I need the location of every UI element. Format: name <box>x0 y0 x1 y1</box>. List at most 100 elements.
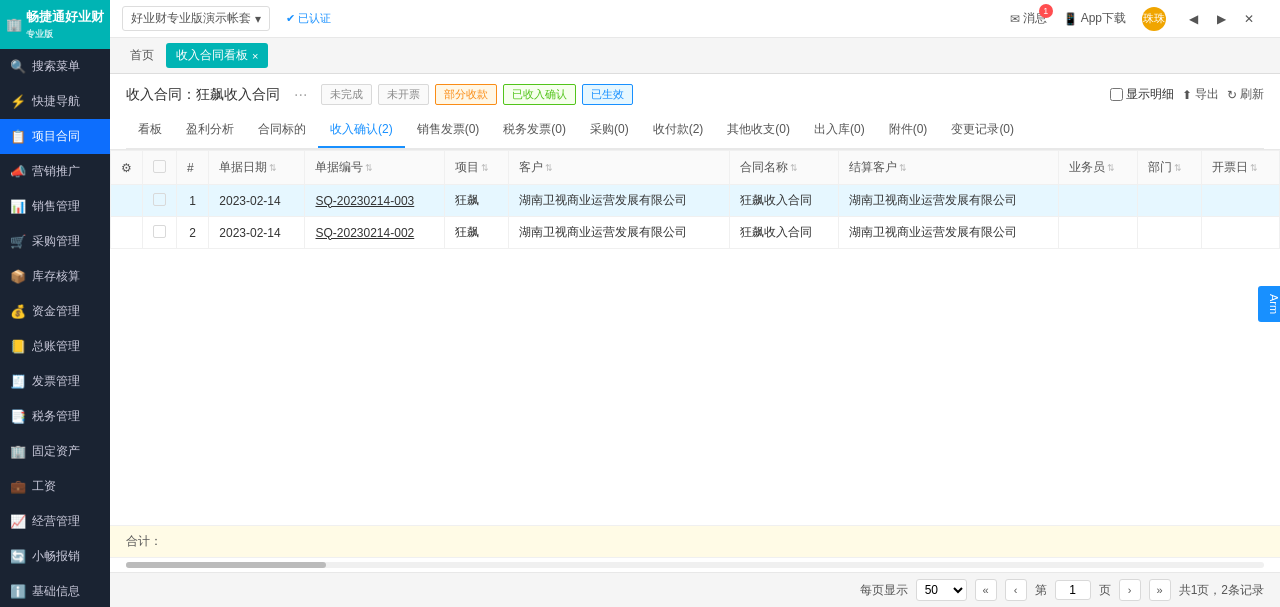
th-checkbox[interactable] <box>143 151 177 185</box>
sidebar-item-小畅报销[interactable]: 🔄小畅报销 <box>0 539 110 574</box>
next-page-button[interactable]: › <box>1119 579 1141 601</box>
close-window-button[interactable]: ✕ <box>1238 8 1260 30</box>
sidebar-label-10: 税务管理 <box>32 408 80 425</box>
scrollbar-thumb[interactable] <box>126 562 326 568</box>
sidebar-item-发票管理[interactable]: 🧾发票管理 <box>0 364 110 399</box>
sidebar-item-基础信息[interactable]: ℹ️基础信息 <box>0 574 110 607</box>
display-detail-checkbox[interactable] <box>1110 88 1123 101</box>
per-page-select[interactable]: 50 20 100 <box>916 579 967 601</box>
more-button[interactable]: ··· <box>290 86 311 104</box>
company-dropdown-icon: ▾ <box>255 12 261 26</box>
tab-销售发票[interactable]: 销售发票(0) <box>405 113 492 148</box>
sidebar-icon-10: 📑 <box>10 409 26 425</box>
nav-prev-button[interactable]: ◀ <box>1182 8 1204 30</box>
th-opendate[interactable]: 开票日⇅ <box>1201 151 1279 185</box>
tab-变更记录[interactable]: 变更记录(0) <box>939 113 1026 148</box>
sort-docno-icon: ⇅ <box>365 163 373 173</box>
tab-收入确认[interactable]: 收入确认(2) <box>318 113 405 148</box>
tab-看板[interactable]: 看板 <box>126 113 174 148</box>
nav-next-button[interactable]: ▶ <box>1210 8 1232 30</box>
sidebar-item-库存核算[interactable]: 📦库存核算 <box>0 259 110 294</box>
active-tab[interactable]: 收入合同看板 × <box>166 43 268 68</box>
th-contract[interactable]: 合同名称⇅ <box>730 151 839 185</box>
th-sales[interactable]: 业务员⇅ <box>1059 151 1137 185</box>
sidebar-item-营销推广[interactable]: 📣营销推广 <box>0 154 110 189</box>
row-checkbox-1[interactable] <box>143 217 177 249</box>
row-settings-0[interactable] <box>111 185 143 217</box>
row-contract-1: 狂飙收入合同 <box>730 217 839 249</box>
table-row[interactable]: 1 2023-02-14 SQ-20230214-003 狂飙 湖南卫视商业运营… <box>111 185 1280 217</box>
home-tab[interactable]: 首页 <box>122 43 162 68</box>
sidebar-item-固定资产[interactable]: 🏢固定资产 <box>0 434 110 469</box>
sidebar-item-税务管理[interactable]: 📑 税务管理 <box>0 399 110 434</box>
status-active[interactable]: 已生效 <box>582 84 633 105</box>
sidebar-item-项目合同[interactable]: 📋项目合同 <box>0 119 110 154</box>
th-settings[interactable]: ⚙ <box>111 151 143 185</box>
verified-badge: ✔ 已认证 <box>286 11 331 26</box>
tab-收付款[interactable]: 收付款(2) <box>641 113 716 148</box>
sidebar-label-6: 库存核算 <box>32 268 80 285</box>
total-label: 合计： <box>126 533 162 550</box>
sidebar-item-快捷导航[interactable]: ⚡快捷导航 <box>0 84 110 119</box>
sidebar-item-工资[interactable]: 💼工资 <box>0 469 110 504</box>
message-badge: 1 <box>1039 4 1053 18</box>
status-partial[interactable]: 部分收款 <box>435 84 497 105</box>
table-row[interactable]: 2 2023-02-14 SQ-20230214-002 狂飙 湖南卫视商业运营… <box>111 217 1280 249</box>
first-page-button[interactable]: « <box>975 579 997 601</box>
per-page-label: 每页显示 <box>860 582 908 599</box>
download-icon: 📱 <box>1063 12 1078 26</box>
user-avatar[interactable]: 珠珠 <box>1142 7 1166 31</box>
sidebar-icon-5: 🛒 <box>10 234 26 250</box>
sidebar-item-搜索菜单[interactable]: 🔍搜索菜单 <box>0 49 110 84</box>
message-button[interactable]: ✉ 消息 1 <box>1010 10 1047 27</box>
tab-出入库[interactable]: 出入库(0) <box>802 113 877 148</box>
horizontal-scrollbar[interactable] <box>110 557 1280 572</box>
row-settle-1: 湖南卫视商业运营发展有限公司 <box>838 217 1059 249</box>
th-settle[interactable]: 结算客户⇅ <box>838 151 1059 185</box>
sidebar-label-12: 工资 <box>32 478 56 495</box>
sidebar-item-资金管理[interactable]: 💰资金管理 <box>0 294 110 329</box>
th-date[interactable]: 单据日期⇅ <box>209 151 305 185</box>
row-sales-1 <box>1059 217 1137 249</box>
prev-page-button[interactable]: ‹ <box>1005 579 1027 601</box>
arm-float-button[interactable]: Arm <box>1258 285 1280 321</box>
tab-附件[interactable]: 附件(0) <box>877 113 940 148</box>
tab-盈利分析[interactable]: 盈利分析 <box>174 113 246 148</box>
th-docno[interactable]: 单据编号⇅ <box>305 151 445 185</box>
tab-合同标的[interactable]: 合同标的 <box>246 113 318 148</box>
tab-其他收支[interactable]: 其他收支(0) <box>715 113 802 148</box>
tab-close-button[interactable]: × <box>252 50 258 62</box>
row-docno-0[interactable]: SQ-20230214-003 <box>305 185 445 217</box>
row-settings-1[interactable] <box>111 217 143 249</box>
export-button[interactable]: ⬆ 导出 <box>1182 86 1219 103</box>
sidebar-icon-8: 📒 <box>10 339 26 355</box>
tab-税务发票[interactable]: 税务发票(0) <box>491 113 578 148</box>
sidebar-label-13: 经营管理 <box>32 513 80 530</box>
th-project[interactable]: 项目⇅ <box>445 151 509 185</box>
sidebar-item-经营管理[interactable]: 📈经营管理 <box>0 504 110 539</box>
status-unopened[interactable]: 未开票 <box>378 84 429 105</box>
download-label: App下载 <box>1081 10 1126 27</box>
row-customer-0: 湖南卫视商业运营发展有限公司 <box>509 185 730 217</box>
tab-采购[interactable]: 采购(0) <box>578 113 641 148</box>
company-selector[interactable]: 好业财专业版演示帐套 ▾ <box>122 6 270 31</box>
sidebar-label-15: 基础信息 <box>32 583 80 600</box>
page-number-input[interactable] <box>1055 580 1091 600</box>
display-detail-label: 显示明细 <box>1126 86 1174 103</box>
sidebar-item-采购管理[interactable]: 🛒采购管理 <box>0 224 110 259</box>
app-download-button[interactable]: 📱 App下载 <box>1063 10 1126 27</box>
status-incomplete[interactable]: 未完成 <box>321 84 372 105</box>
th-customer[interactable]: 客户⇅ <box>509 151 730 185</box>
select-all-checkbox[interactable] <box>153 160 166 173</box>
status-confirmed[interactable]: 已收入确认 <box>503 84 576 105</box>
sidebar-item-销售管理[interactable]: 📊销售管理 <box>0 189 110 224</box>
last-page-button[interactable]: » <box>1149 579 1171 601</box>
refresh-icon: ↻ <box>1227 88 1237 102</box>
th-dept[interactable]: 部门⇅ <box>1137 151 1201 185</box>
row-docno-1[interactable]: SQ-20230214-002 <box>305 217 445 249</box>
sidebar-item-总账管理[interactable]: 📒总账管理 <box>0 329 110 364</box>
page-label: 第 <box>1035 582 1047 599</box>
row-checkbox-0[interactable] <box>143 185 177 217</box>
refresh-label: 刷新 <box>1240 86 1264 103</box>
refresh-button[interactable]: ↻ 刷新 <box>1227 86 1264 103</box>
